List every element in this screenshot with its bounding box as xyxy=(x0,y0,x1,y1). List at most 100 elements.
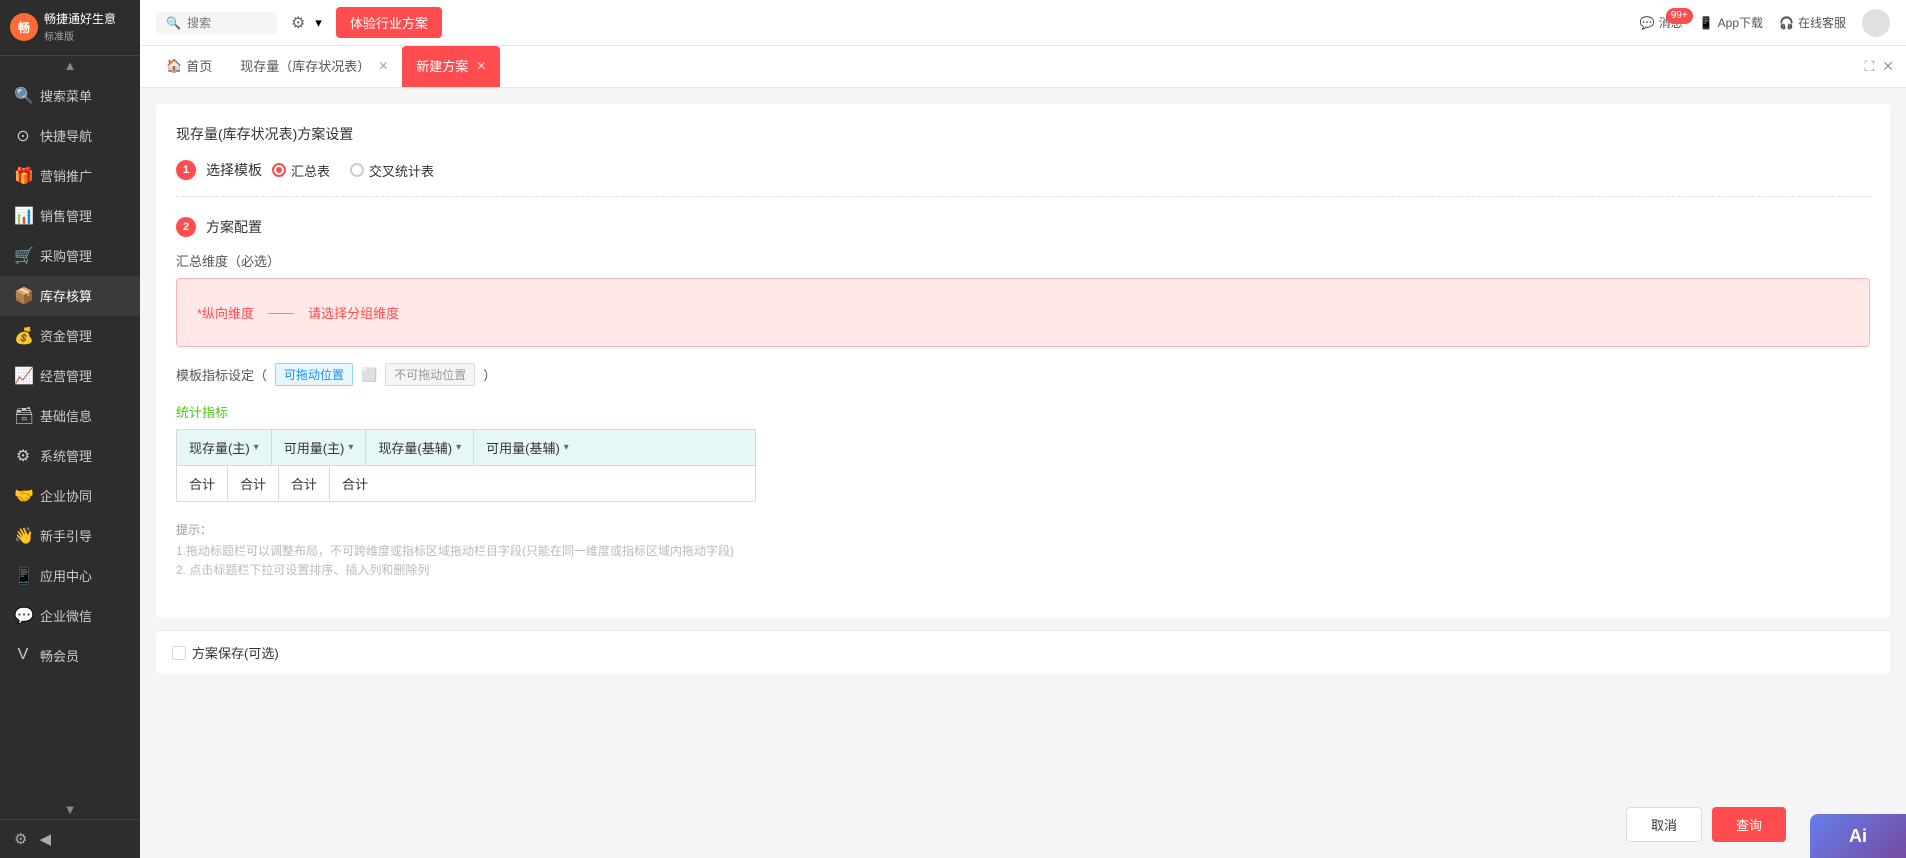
tab-inventory-close-icon[interactable]: ✕ xyxy=(378,59,388,73)
message-icon: 💬 xyxy=(1640,16,1655,30)
chevron-down-icon-2: ▾ xyxy=(456,442,461,453)
marketing-icon: 🎁 xyxy=(14,166,32,186)
tab-home[interactable]: 🏠 首页 xyxy=(152,46,226,87)
sidebar-item-sales[interactable]: 📊销售管理 xyxy=(0,196,140,236)
stats-col-body-3: 合计 xyxy=(330,466,380,501)
message-badge: 99+ xyxy=(1666,8,1693,24)
cancel-button[interactable]: 取消 xyxy=(1626,807,1702,842)
stats-col-header-2[interactable]: 现存量(基辅)▾ xyxy=(366,430,474,465)
newbie-icon: 👋 xyxy=(14,526,32,546)
radio-cross-circle xyxy=(350,163,364,177)
tab-inventory-status[interactable]: 现存量（库存状况表） ✕ xyxy=(226,46,402,87)
tab-maximize-icon[interactable]: ⛶ xyxy=(1864,58,1874,75)
sidebar-item-enterprise[interactable]: 🤝企业协同 xyxy=(0,476,140,516)
main-area: 🔍 ⚙ ▾ 体验行业方案 💬 消息 99+ 📱 App下载 🎧 在线客服 xyxy=(140,0,1906,858)
radio-cross[interactable]: 交叉统计表 xyxy=(350,161,434,180)
step1-header: 1 选择模板 汇总表 交叉统计表 xyxy=(176,160,1870,180)
step1-title: 选择模板 xyxy=(206,160,262,180)
tab-new-plan[interactable]: 新建方案 ✕ xyxy=(402,46,500,87)
stats-col-body-0: 合计 xyxy=(177,466,228,501)
sidebar-nav: 🔍搜索菜单⊙快捷导航🎁营销推广📊销售管理🛒采购管理📦库存核算💰资金管理📈经营管理… xyxy=(0,76,140,799)
topbar-gear-icon[interactable]: ⚙ xyxy=(291,13,305,33)
search-icon: 🔍 xyxy=(14,86,32,106)
query-button[interactable]: 查询 xyxy=(1712,807,1786,842)
radio-summary-label: 汇总表 xyxy=(291,161,330,180)
sidebar-item-appstore[interactable]: 📱应用中心 xyxy=(0,556,140,596)
save-checkbox[interactable]: 方案保存(可选) xyxy=(172,643,279,662)
sidebar: 畅 畅捷通好生意 标准版 ▲ 🔍搜索菜单⊙快捷导航🎁营销推广📊销售管理🛒采购管理… xyxy=(0,0,140,858)
template-radio-group: 汇总表 交叉统计表 xyxy=(272,161,434,180)
step2-header: 2 方案配置 xyxy=(176,217,1870,237)
stats-col-header-0[interactable]: 现存量(主)▾ xyxy=(177,430,272,465)
topbar: 🔍 ⚙ ▾ 体验行业方案 💬 消息 99+ 📱 App下载 🎧 在线客服 xyxy=(140,0,1906,46)
system-icon: ⚙ xyxy=(14,446,32,466)
vip-icon: V xyxy=(14,646,32,664)
tip1-text: 1.拖动标题栏可以调整布局，不可跨维度或指标区域拖动栏目字段(只能在同一维度或指… xyxy=(176,542,1870,559)
inventory-icon: 📦 xyxy=(14,286,32,306)
sidebar-scroll-up[interactable]: ▲ xyxy=(0,56,140,76)
step2-section: 2 方案配置 汇总维度（必选） *纵向维度 —— 请选择分组维度 模板指标设定（… xyxy=(176,217,1870,578)
sidebar-item-operation[interactable]: 📈经营管理 xyxy=(0,356,140,396)
headset-icon: 🎧 xyxy=(1779,16,1794,30)
tips-section: 提示： 1.拖动标题栏可以调整布局，不可跨维度或指标区域拖动栏目字段(只能在同一… xyxy=(176,521,1870,578)
tab-bar: 🏠 首页 现存量（库存状况表） ✕ 新建方案 ✕ ⛶ ✕ xyxy=(140,46,1906,88)
sidebar-item-finance[interactable]: 💰资金管理 xyxy=(0,316,140,356)
settings-panel: 现存量(库存状况表)方案设置 1 选择模板 汇总表 交叉统计表 xyxy=(156,104,1890,618)
topbar-dropdown-icon[interactable]: ▾ xyxy=(315,15,322,31)
appstore-icon: 📱 xyxy=(14,566,32,586)
search-box[interactable]: 🔍 xyxy=(156,12,277,34)
dimension-divider: —— xyxy=(268,305,294,320)
sidebar-item-system[interactable]: ⚙系统管理 xyxy=(0,436,140,476)
tab-close-all-icon[interactable]: ✕ xyxy=(1882,58,1894,75)
dimension-section-label: 汇总维度（必选） xyxy=(176,251,1870,270)
dimension-required-label: *纵向维度 xyxy=(197,303,254,322)
sidebar-item-marketing[interactable]: 🎁营销推广 xyxy=(0,156,140,196)
radio-summary[interactable]: 汇总表 xyxy=(272,161,330,180)
user-avatar[interactable] xyxy=(1862,9,1890,37)
step1-section: 1 选择模板 汇总表 交叉统计表 xyxy=(176,160,1870,197)
customer-service-btn[interactable]: 🎧 在线客服 xyxy=(1779,14,1846,31)
stats-title: 统计指标 xyxy=(176,402,1870,421)
radio-summary-circle xyxy=(272,163,286,177)
message-btn[interactable]: 💬 消息 99+ xyxy=(1640,14,1683,31)
sidebar-item-inventory[interactable]: 📦库存核算 xyxy=(0,276,140,316)
stats-col-body-2: 合计 xyxy=(279,466,330,501)
indicator-label: 模板指标设定（ xyxy=(176,365,267,384)
unmovable-tag: 不可拖动位置 xyxy=(385,363,475,386)
dimension-box[interactable]: *纵向维度 —— 请选择分组维度 xyxy=(176,278,1870,347)
movable-tag: 可拖动位置 xyxy=(275,363,353,386)
content-area: 现存量(库存状况表)方案设置 1 选择模板 汇总表 交叉统计表 xyxy=(140,88,1906,858)
tab-new-plan-label: 新建方案 xyxy=(416,56,468,75)
customer-service-label: 在线客服 xyxy=(1798,14,1846,31)
stats-col-header-1[interactable]: 可用量(主)▾ xyxy=(272,430,367,465)
wechat-icon: 💬 xyxy=(14,606,32,626)
ai-fab-button[interactable]: Ai xyxy=(1810,814,1906,858)
sidebar-item-shortcut[interactable]: ⊙快捷导航 xyxy=(0,116,140,156)
save-checkbox-box[interactable] xyxy=(172,646,186,660)
app-download-btn[interactable]: 📱 App下载 xyxy=(1699,14,1763,31)
sidebar-item-vip[interactable]: V畅会员 xyxy=(0,636,140,675)
search-input[interactable] xyxy=(187,16,267,30)
stats-col-body-1: 合计 xyxy=(228,466,279,501)
chevron-down-icon-3: ▾ xyxy=(564,442,569,453)
sidebar-item-wechat[interactable]: 💬企业微信 xyxy=(0,596,140,636)
step1-divider xyxy=(176,196,1870,197)
home-icon: 🏠 xyxy=(166,58,182,74)
topbar-right: 💬 消息 99+ 📱 App下载 🎧 在线客服 xyxy=(1640,9,1890,37)
sidebar-item-search[interactable]: 🔍搜索菜单 xyxy=(0,76,140,116)
stats-col-header-3[interactable]: 可用量(基辅)▾ xyxy=(474,430,581,465)
sidebar-item-basic[interactable]: 🗃基础信息 xyxy=(0,396,140,436)
sidebar-scroll-down[interactable]: ▼ xyxy=(0,799,140,819)
tab-new-plan-close-icon[interactable]: ✕ xyxy=(476,59,486,73)
toggle-sidebar-icon[interactable]: ◀ xyxy=(39,830,51,848)
settings-icon[interactable]: ⚙ xyxy=(14,830,27,848)
industry-btn[interactable]: 体验行业方案 xyxy=(336,7,442,38)
stats-col-label-0: 现存量(主) xyxy=(189,438,250,457)
logo-icon: 畅 xyxy=(10,13,38,41)
footer-buttons: 取消 查询 xyxy=(1626,807,1786,842)
stats-table: 现存量(主)▾可用量(主)▾现存量(基辅)▾可用量(基辅)▾ 合计合计合计合计 xyxy=(176,429,756,502)
sidebar-item-purchase[interactable]: 🛒采购管理 xyxy=(0,236,140,276)
sidebar-item-newbie[interactable]: 👋新手引导 xyxy=(0,516,140,556)
tab-home-label: 首页 xyxy=(186,56,212,75)
logo-text: 畅捷通好生意 标准版 xyxy=(44,12,116,43)
